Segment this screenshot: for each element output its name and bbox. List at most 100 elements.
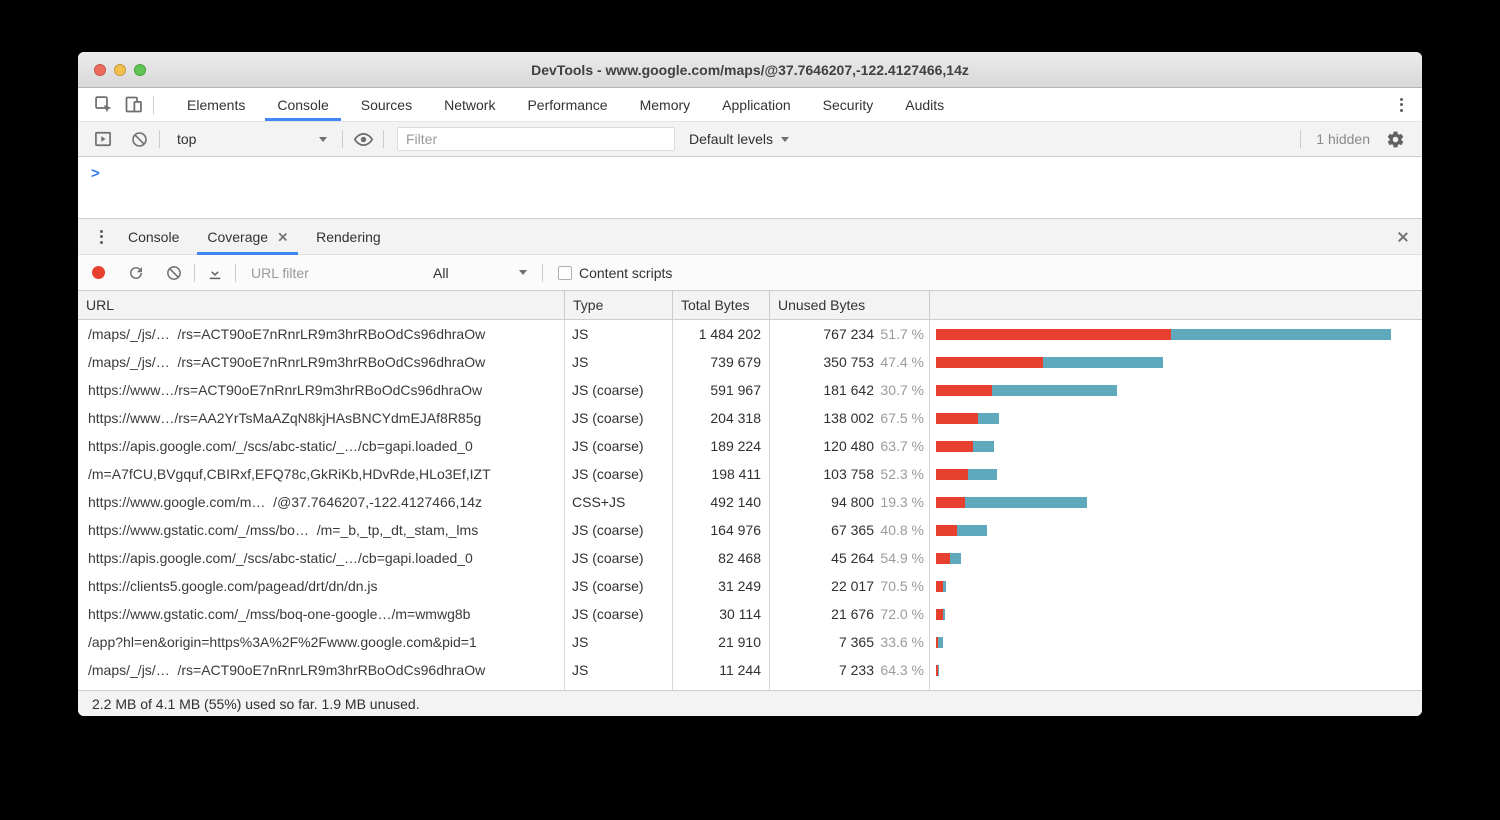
drawer-tab-label: Console bbox=[128, 229, 179, 245]
chevron-down-icon bbox=[319, 137, 327, 142]
devtools-tabbar: ElementsConsoleSourcesNetworkPerformance… bbox=[78, 88, 1422, 122]
row-type: JS (coarse) bbox=[565, 432, 673, 460]
window-titlebar[interactable]: DevTools - www.google.com/maps/@37.76462… bbox=[78, 52, 1422, 88]
tab-network[interactable]: Network bbox=[428, 88, 511, 121]
unused-bytes-value: 7 365 bbox=[839, 634, 874, 650]
export-download-icon[interactable] bbox=[200, 264, 230, 282]
table-row[interactable]: https://apis.google.com/_/scs/abc-static… bbox=[78, 432, 1422, 460]
usage-bar bbox=[936, 385, 1117, 396]
minimize-window-button[interactable] bbox=[114, 64, 126, 76]
row-usage-bar-cell bbox=[930, 600, 1422, 628]
drawer-tab-rendering[interactable]: Rendering bbox=[302, 219, 395, 254]
inspect-element-icon[interactable] bbox=[88, 88, 118, 121]
row-type: JS (coarse) bbox=[565, 460, 673, 488]
table-row[interactable]: /maps/_/js/… /rs=ACT90oE7nRnrLR9m3hrRBoO… bbox=[78, 320, 1422, 348]
used-bar-segment bbox=[938, 665, 939, 676]
used-bar-segment bbox=[943, 581, 946, 592]
table-row[interactable]: https://www.google.com/m… /@37.7646207,-… bbox=[78, 488, 1422, 516]
tab-memory[interactable]: Memory bbox=[624, 88, 707, 121]
unused-percent-value: 70.5 % bbox=[874, 578, 924, 594]
row-usage-bar-cell bbox=[930, 488, 1422, 516]
close-drawer-icon[interactable] bbox=[1396, 231, 1408, 243]
unused-bar-segment bbox=[936, 357, 1043, 368]
console-log-area[interactable]: > bbox=[78, 157, 1422, 218]
unused-percent-value: 51.7 % bbox=[874, 326, 924, 342]
column-header-bar[interactable] bbox=[930, 291, 1422, 319]
show-console-sidebar-icon[interactable] bbox=[88, 129, 118, 149]
console-settings-gear-icon[interactable] bbox=[1380, 130, 1410, 149]
content-scripts-checkbox[interactable] bbox=[558, 266, 572, 280]
row-url: /maps/_/js/… /rs=ACT90oE7nRnrLR9m3hrRBoO… bbox=[78, 348, 565, 376]
table-row[interactable]: https://www.gstatic.com/_/mss/boq-one-go… bbox=[78, 600, 1422, 628]
drawer-tab-console[interactable]: Console bbox=[114, 219, 193, 254]
tab-audits[interactable]: Audits bbox=[889, 88, 960, 121]
zoom-window-button[interactable] bbox=[134, 64, 146, 76]
usage-bar bbox=[936, 413, 999, 424]
drawer-tab-coverage[interactable]: Coverage bbox=[193, 219, 302, 254]
coverage-table-header: URLTypeTotal BytesUnused Bytes bbox=[78, 291, 1422, 320]
table-row[interactable]: https://clients5.google.com/pagead/drt/d… bbox=[78, 572, 1422, 600]
tab-elements[interactable]: Elements bbox=[171, 88, 261, 121]
column-header-url[interactable]: URL bbox=[78, 291, 565, 319]
used-bar-segment bbox=[965, 497, 1087, 508]
table-row[interactable]: /maps/_/js/… /rs=ACT90oE7nRnrLR9m3hrRBoO… bbox=[78, 348, 1422, 376]
row-unused-bytes: 138 002 67.5 % bbox=[770, 404, 930, 432]
row-usage-bar-cell bbox=[930, 656, 1422, 684]
window-title: DevTools - www.google.com/maps/@37.76462… bbox=[531, 62, 969, 78]
table-row[interactable]: https://www…/rs=AA2YrTsMaAZqN8kjHAsBNCYd… bbox=[78, 404, 1422, 432]
row-type: JS bbox=[565, 348, 673, 376]
column-header-type[interactable]: Type bbox=[565, 291, 673, 319]
clear-console-icon[interactable] bbox=[124, 130, 154, 149]
unused-bytes-value: 350 753 bbox=[823, 354, 874, 370]
close-tab-icon[interactable] bbox=[277, 231, 287, 241]
device-toolbar-icon[interactable] bbox=[118, 88, 148, 121]
clear-coverage-icon[interactable] bbox=[159, 264, 189, 282]
usage-bar bbox=[936, 469, 997, 480]
table-row[interactable]: https://apis.google.com/_/scs/abc-static… bbox=[78, 544, 1422, 572]
traffic-lights bbox=[94, 52, 146, 87]
unused-bar-segment bbox=[936, 553, 950, 564]
desktop-background: DevTools - www.google.com/maps/@37.76462… bbox=[0, 0, 1500, 820]
tab-console[interactable]: Console bbox=[261, 88, 344, 121]
used-bar-segment bbox=[978, 413, 998, 424]
table-row[interactable]: /m=A7fCU,BVgquf,CBIRxf,EFQ78c,GkRiKb,HDv… bbox=[78, 460, 1422, 488]
row-url: https://www…/rs=AA2YrTsMaAZqN8kjHAsBNCYd… bbox=[78, 404, 565, 432]
live-expression-eye-icon[interactable] bbox=[348, 129, 378, 150]
unused-bar-segment bbox=[936, 385, 992, 396]
toolbar-divider bbox=[342, 130, 343, 148]
column-header-total-bytes[interactable]: Total Bytes bbox=[673, 291, 770, 319]
row-url: https://apis.google.com/_/scs/abc-static… bbox=[78, 432, 565, 460]
coverage-summary-text: 2.2 MB of 4.1 MB (55%) used so far. 1.9 … bbox=[92, 696, 420, 712]
record-coverage-button[interactable] bbox=[92, 266, 105, 279]
row-type: JS (coarse) bbox=[565, 376, 673, 404]
drawer-more-options-icon[interactable] bbox=[88, 219, 114, 254]
table-row[interactable]: /app?hl=en&origin=https%3A%2F%2Fwww.goog… bbox=[78, 628, 1422, 656]
tab-security[interactable]: Security bbox=[807, 88, 890, 121]
table-row[interactable]: https://www…/rs=ACT90oE7nRnrLR9m3hrRBoOd… bbox=[78, 376, 1422, 404]
table-row[interactable]: https://www.gstatic.com/_/mss/bo… /m=_b,… bbox=[78, 516, 1422, 544]
console-prompt-chevron[interactable]: > bbox=[91, 165, 100, 182]
row-type: JS bbox=[565, 628, 673, 656]
row-url: https://apis.google.com/_/scs/abc-static… bbox=[78, 544, 565, 572]
log-levels-select[interactable]: Default levels bbox=[689, 131, 789, 147]
row-url: /maps/_/js/… /rs=ACT90oE7nRnrLR9m3hrRBoO… bbox=[78, 656, 565, 684]
toolbar-divider bbox=[542, 264, 543, 282]
more-options-icon[interactable] bbox=[1386, 88, 1416, 121]
row-usage-bar-cell bbox=[930, 460, 1422, 488]
unused-percent-value: 47.4 % bbox=[874, 354, 924, 370]
javascript-context-select[interactable]: top bbox=[165, 131, 337, 147]
tab-application[interactable]: Application bbox=[706, 88, 807, 121]
row-usage-bar-cell bbox=[930, 320, 1422, 348]
table-row[interactable]: /maps/_/js/… /rs=ACT90oE7nRnrLR9m3hrRBoO… bbox=[78, 656, 1422, 684]
row-unused-bytes: 7 365 33.6 % bbox=[770, 628, 930, 656]
close-window-button[interactable] bbox=[94, 64, 106, 76]
url-filter-input[interactable] bbox=[251, 265, 411, 281]
console-filter-input[interactable] bbox=[397, 127, 675, 151]
tab-sources[interactable]: Sources bbox=[345, 88, 428, 121]
column-header-unused-bytes[interactable]: Unused Bytes bbox=[770, 291, 930, 319]
unused-percent-value: 64.3 % bbox=[874, 662, 924, 678]
unused-percent-value: 40.8 % bbox=[874, 522, 924, 538]
tab-performance[interactable]: Performance bbox=[511, 88, 623, 121]
coverage-type-select[interactable]: All bbox=[433, 265, 537, 281]
reload-icon[interactable] bbox=[121, 264, 151, 282]
